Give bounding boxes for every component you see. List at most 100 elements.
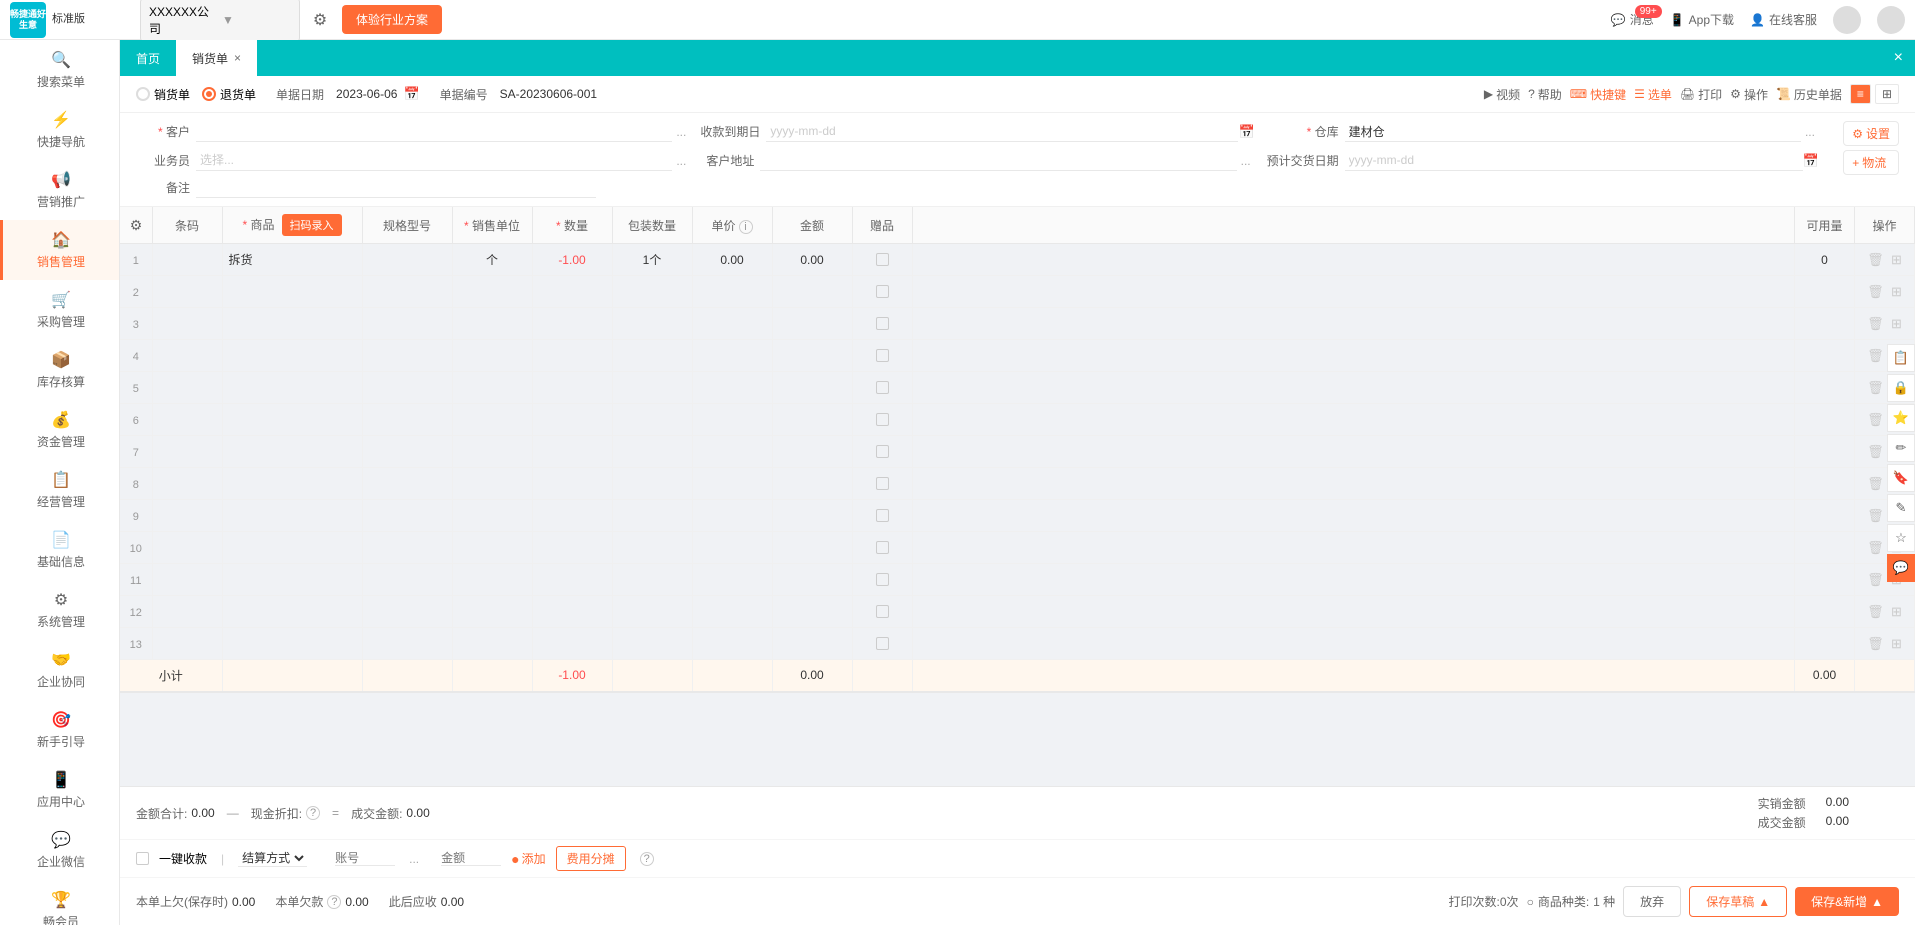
payment-date-input[interactable] xyxy=(766,121,1238,142)
copy-row-icon[interactable]: ⊞ xyxy=(1891,604,1902,619)
notes-input[interactable] xyxy=(196,177,596,198)
salesperson-input[interactable] xyxy=(196,150,672,171)
float-btn-5[interactable]: 🔖 xyxy=(1887,464,1915,492)
gift-checkbox[interactable] xyxy=(876,445,889,458)
sidebar-item-sales[interactable]: 🏠 销售管理 xyxy=(0,220,119,280)
addr-ellipsis-icon[interactable]: ... xyxy=(1237,154,1255,168)
flow-button[interactable]: + 物流 xyxy=(1843,150,1899,175)
delete-row-icon[interactable]: 🗑 xyxy=(1867,316,1884,331)
payment-calendar-icon[interactable]: 📅 xyxy=(1238,124,1254,140)
unit-price-info-icon[interactable]: i xyxy=(739,220,753,234)
shortcut-btn[interactable]: ⌨ 快捷键 xyxy=(1570,86,1626,103)
date-calendar-icon[interactable]: 📅 xyxy=(403,86,419,102)
copy-row-icon[interactable]: ⊞ xyxy=(1891,636,1902,651)
gift-checkbox[interactable] xyxy=(876,541,889,554)
sidebar-item-guide[interactable]: 🎯 新手引导 xyxy=(0,700,119,760)
warehouse-ellipsis-icon[interactable]: ... xyxy=(1801,125,1819,139)
sidebar-item-operations[interactable]: 📋 经营管理 xyxy=(0,460,119,520)
gift-checkbox[interactable] xyxy=(876,253,889,266)
float-btn-6[interactable]: ✎ xyxy=(1887,494,1915,522)
one-click-payment-checkbox[interactable] xyxy=(136,852,149,865)
online-support-button[interactable]: 👤 在线客服 xyxy=(1750,11,1817,28)
settings-button[interactable]: ⚙ 设置 xyxy=(1843,121,1899,146)
scan-button[interactable]: 扫码录入 xyxy=(282,214,342,236)
calc-method-select[interactable]: 结算方式 xyxy=(238,850,307,867)
customer-ellipsis-icon[interactable]: ... xyxy=(672,125,690,139)
float-btn-7[interactable]: ☆ xyxy=(1887,524,1915,552)
tab-sales[interactable]: 销货单 × xyxy=(176,40,257,76)
delivery-calendar-icon[interactable]: 📅 xyxy=(1803,153,1819,169)
delete-row-icon[interactable]: 🗑 xyxy=(1867,284,1884,299)
delete-row-icon[interactable]: 🗑 xyxy=(1867,348,1884,363)
copy-row-icon[interactable]: ⊞ xyxy=(1891,284,1902,299)
history-btn[interactable]: 📜 历史单据 xyxy=(1776,86,1842,103)
company-selector[interactable]: XXXXXX公司 ▼ xyxy=(140,0,300,42)
table-scroll[interactable]: ⚙ 条码 * 商品 扫码录入 规格型号 xyxy=(120,207,1915,786)
gift-checkbox[interactable] xyxy=(876,317,889,330)
payment-amount-input[interactable] xyxy=(441,851,501,866)
delete-row-icon[interactable]: 🗑 xyxy=(1867,604,1884,619)
avatar[interactable] xyxy=(1833,6,1861,34)
sales-order-radio[interactable]: 销货单 xyxy=(136,86,190,103)
sidebar-item-member[interactable]: 🏆 畅会员 xyxy=(0,880,119,925)
delete-row-icon[interactable]: 🗑 xyxy=(1867,636,1884,651)
payment-account-input[interactable] xyxy=(335,851,395,866)
expense-split-button[interactable]: 费用分摊 xyxy=(556,846,626,871)
float-btn-4[interactable]: ✏ xyxy=(1887,434,1915,462)
avatar-secondary[interactable] xyxy=(1877,6,1905,34)
settings-icon[interactable]: ⚙ xyxy=(306,6,334,34)
nav-close-icon[interactable]: × xyxy=(1882,49,1915,67)
table-settings-icon[interactable]: ⚙ xyxy=(124,213,148,237)
gift-checkbox[interactable] xyxy=(876,349,889,362)
copy-row-icon[interactable]: ⊞ xyxy=(1891,252,1902,267)
sidebar-item-quick-nav[interactable]: ⚡ 快捷导航 xyxy=(0,100,119,160)
delivery-date-input[interactable] xyxy=(1345,150,1803,171)
tab-close-icon[interactable]: × xyxy=(234,51,241,65)
help-btn[interactable]: ? 帮助 xyxy=(1528,86,1562,103)
expense-help-icon[interactable]: ? xyxy=(640,852,654,866)
customer-input[interactable] xyxy=(196,121,672,142)
sidebar-item-purchase[interactable]: 🛒 采购管理 xyxy=(0,280,119,340)
sidebar-item-enterprise[interactable]: 🤝 企业协同 xyxy=(0,640,119,700)
operate-btn[interactable]: ⚙ 操作 xyxy=(1730,86,1768,103)
float-btn-1[interactable]: 📋 xyxy=(1887,344,1915,372)
sidebar-item-app-center[interactable]: 📱 应用中心 xyxy=(0,760,119,820)
delete-row-icon[interactable]: 🗑 xyxy=(1867,252,1884,267)
tab-home[interactable]: 首页 xyxy=(120,40,176,76)
print-btn[interactable]: 🖨 打印 xyxy=(1680,86,1722,103)
video-btn[interactable]: ▶ 视频 xyxy=(1484,86,1520,103)
delete-row-icon[interactable]: 🗑 xyxy=(1867,540,1884,555)
filter-btn[interactable]: ☰ 选单 xyxy=(1634,86,1672,103)
gift-checkbox[interactable] xyxy=(876,413,889,426)
delete-row-icon[interactable]: 🗑 xyxy=(1867,572,1884,587)
discount-info-icon[interactable]: ? xyxy=(306,806,320,820)
float-btn-2[interactable]: 🔒 xyxy=(1887,374,1915,402)
gift-checkbox[interactable] xyxy=(876,573,889,586)
warehouse-input[interactable] xyxy=(1345,121,1801,142)
delete-row-icon[interactable]: 🗑 xyxy=(1867,476,1884,491)
sidebar-item-system[interactable]: ⚙ 系统管理 xyxy=(0,580,119,640)
sidebar-item-base-info[interactable]: 📄 基础信息 xyxy=(0,520,119,580)
gift-checkbox[interactable] xyxy=(876,381,889,394)
app-download-button[interactable]: 📱 App下载 xyxy=(1670,11,1734,28)
gift-checkbox[interactable] xyxy=(876,509,889,522)
sidebar-item-finance[interactable]: 💰 资金管理 xyxy=(0,400,119,460)
message-button[interactable]: 💬 消息 99+ xyxy=(1611,11,1654,28)
save-new-button[interactable]: 保存&新增 ▲ xyxy=(1795,887,1899,916)
sidebar-item-marketing[interactable]: 📢 营销推广 xyxy=(0,160,119,220)
sidebar-item-inventory[interactable]: 📦 库存核算 xyxy=(0,340,119,400)
list-view-btn[interactable]: ≡ xyxy=(1850,84,1871,104)
abandon-button[interactable]: 放弃 xyxy=(1623,886,1681,917)
return-order-radio[interactable]: 退货单 xyxy=(202,86,256,103)
float-btn-3[interactable]: ⭐ xyxy=(1887,404,1915,432)
copy-row-icon[interactable]: ⊞ xyxy=(1891,316,1902,331)
trial-button[interactable]: 体验行业方案 xyxy=(342,5,442,34)
gift-checkbox[interactable] xyxy=(876,285,889,298)
delete-row-icon[interactable]: 🗑 xyxy=(1867,508,1884,523)
grid-view-btn[interactable]: ⊞ xyxy=(1875,84,1899,104)
account-ellipsis-icon[interactable]: ... xyxy=(405,852,423,866)
add-payment-button[interactable]: ● 添加 xyxy=(511,850,545,867)
delete-row-icon[interactable]: 🗑 xyxy=(1867,444,1884,459)
delete-row-icon[interactable]: 🗑 xyxy=(1867,412,1884,427)
sidebar-item-wechat[interactable]: 💬 企业微信 xyxy=(0,820,119,880)
